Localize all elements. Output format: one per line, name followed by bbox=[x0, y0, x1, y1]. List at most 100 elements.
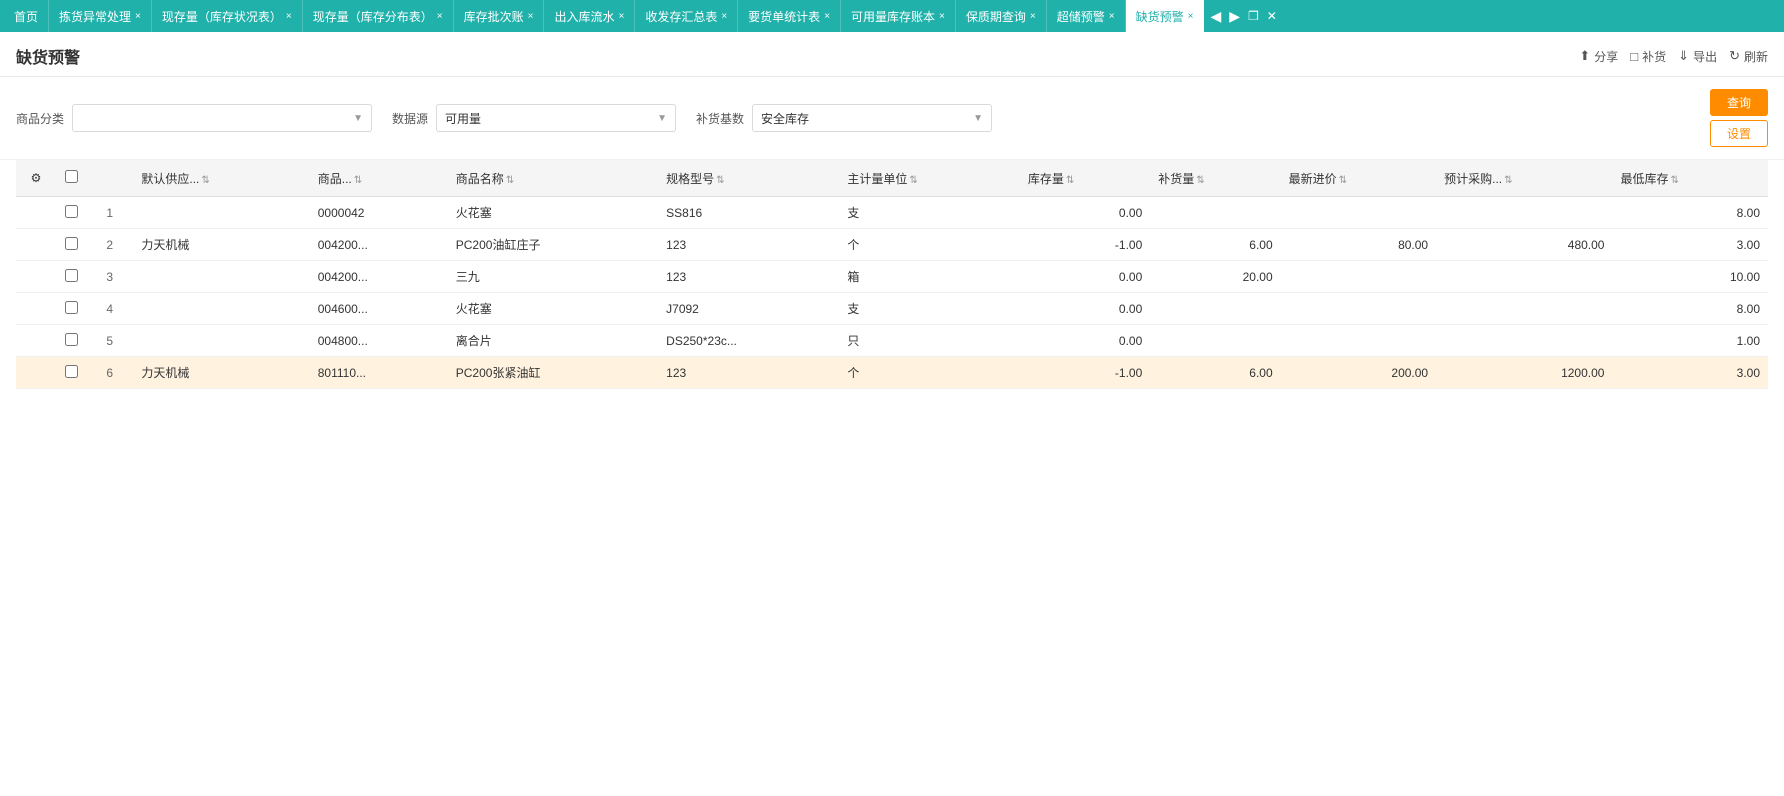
tab-出入库流水[interactable]: 出入库流水 × bbox=[544, 0, 635, 32]
tab-要货单统计表[interactable]: 要货单统计表 × bbox=[738, 0, 841, 32]
tab-scroll-right[interactable]: ▶ bbox=[1225, 0, 1244, 32]
page-title: 缺货预警 bbox=[16, 44, 80, 68]
row-checkbox[interactable] bbox=[65, 205, 78, 218]
select-all-checkbox[interactable] bbox=[65, 170, 78, 183]
goods-category-select[interactable]: ▼ bbox=[72, 104, 372, 132]
tab-close-缺货预警[interactable]: × bbox=[1188, 11, 1194, 22]
row-goods-code: 0000042 bbox=[310, 197, 448, 229]
row-num: 1 bbox=[86, 197, 133, 229]
row-unit: 箱 bbox=[839, 261, 1020, 293]
min-stock-sort-icon: ⇅ bbox=[1670, 175, 1678, 186]
table-row: 1 0000042 火花塞 SS816 支 0.00 8.00 bbox=[16, 197, 1768, 229]
data-source-label: 数据源 bbox=[392, 110, 428, 127]
replenish-base-select[interactable]: 安全库存 ▼ bbox=[752, 104, 992, 132]
filter-bar: 商品分类 ▼ 数据源 可用量 ▼ 补货基数 安全库存 ▼ 查询 设置 bbox=[0, 77, 1784, 160]
tab-close-收发存汇总表[interactable]: × bbox=[721, 11, 727, 22]
row-settings-cell bbox=[16, 197, 56, 229]
window-restore[interactable]: ❐ bbox=[1244, 0, 1263, 32]
row-checkbox[interactable] bbox=[65, 365, 78, 378]
tab-close-保质期查询[interactable]: × bbox=[1030, 11, 1036, 22]
tab-close-要货单统计表[interactable]: × bbox=[824, 11, 830, 22]
price-sort-icon: ⇅ bbox=[1339, 175, 1347, 186]
col-min-stock: 最低库存⇅ bbox=[1612, 160, 1768, 197]
tab-缺货预警[interactable]: 缺货预警 × bbox=[1126, 0, 1205, 32]
tab-close-超储预警[interactable]: × bbox=[1109, 11, 1115, 22]
row-spec: J7092 bbox=[658, 293, 839, 325]
row-est-purchase bbox=[1436, 261, 1612, 293]
row-settings-cell bbox=[16, 229, 56, 261]
table-row: 5 004800... 离合片 DS250*23c... 只 0.00 1.00 bbox=[16, 325, 1768, 357]
row-min-stock: 8.00 bbox=[1612, 197, 1768, 229]
settings-button[interactable]: 设置 bbox=[1710, 120, 1768, 147]
row-checkbox[interactable] bbox=[65, 301, 78, 314]
row-unit: 只 bbox=[839, 325, 1020, 357]
row-checkbox[interactable] bbox=[65, 269, 78, 282]
row-checkbox[interactable] bbox=[65, 333, 78, 346]
tab-首页[interactable]: 首页 bbox=[4, 0, 49, 32]
column-settings-icon[interactable]: ⚙ bbox=[26, 168, 46, 188]
tab-收发存汇总表[interactable]: 收发存汇总表 × bbox=[635, 0, 738, 32]
replenish-button[interactable]: □ 补货 bbox=[1630, 48, 1666, 65]
row-stock-qty: -1.00 bbox=[1020, 229, 1150, 261]
row-spec: 123 bbox=[658, 357, 839, 389]
tab-close-现存量库存分布表[interactable]: × bbox=[437, 11, 443, 22]
table-row: 6 力天机械 801110... PC200张紧油缸 123 个 -1.00 6… bbox=[16, 357, 1768, 389]
row-min-stock: 8.00 bbox=[1612, 293, 1768, 325]
supplier-sort-icon: ⇅ bbox=[201, 175, 209, 186]
tab-scroll-left[interactable]: ◀ bbox=[1206, 0, 1225, 32]
row-goods-code: 004800... bbox=[310, 325, 448, 357]
row-unit: 支 bbox=[839, 197, 1020, 229]
row-replenish-qty: 6.00 bbox=[1150, 357, 1280, 389]
row-unit: 个 bbox=[839, 229, 1020, 261]
row-supplier: 力天机械 bbox=[133, 357, 309, 389]
tab-close-现存量库存状况表[interactable]: × bbox=[286, 11, 292, 22]
row-checkbox-cell bbox=[56, 357, 86, 389]
row-spec: 123 bbox=[658, 229, 839, 261]
tab-拣货异常处理[interactable]: 拣货异常处理 × bbox=[49, 0, 152, 32]
row-spec: SS816 bbox=[658, 197, 839, 229]
col-est-purchase: 预计采购...⇅ bbox=[1436, 160, 1612, 197]
row-goods-name: 火花塞 bbox=[448, 197, 658, 229]
tab-保质期查询[interactable]: 保质期查询 × bbox=[956, 0, 1047, 32]
tab-现存量库存状况表[interactable]: 现存量（库存状况表） × bbox=[152, 0, 303, 32]
query-button[interactable]: 查询 bbox=[1710, 89, 1768, 116]
tab-close-库存批次账[interactable]: × bbox=[528, 11, 534, 22]
row-supplier bbox=[133, 197, 309, 229]
tab-close-拣货异常处理[interactable]: × bbox=[135, 11, 141, 22]
goods-code-sort-icon: ⇅ bbox=[354, 175, 362, 186]
export-button[interactable]: ⇓ 导出 bbox=[1678, 48, 1717, 65]
share-button[interactable]: ⬆ 分享 bbox=[1579, 48, 1618, 65]
tab-可用量库存账本[interactable]: 可用量库存账本 × bbox=[841, 0, 956, 32]
tab-nav-buttons: ◀ ▶ ❐ ✕ bbox=[1206, 0, 1280, 32]
data-table: ⚙ 默认供应...⇅ 商品...⇅ 商品名称⇅ bbox=[16, 160, 1768, 389]
data-source-select[interactable]: 可用量 ▼ bbox=[436, 104, 676, 132]
header-actions: ⬆ 分享 □ 补货 ⇓ 导出 ↻ 刷新 bbox=[1579, 48, 1768, 65]
row-goods-name: PC200油缸庄子 bbox=[448, 229, 658, 261]
goods-name-sort-icon: ⇅ bbox=[506, 175, 514, 186]
row-min-stock: 1.00 bbox=[1612, 325, 1768, 357]
row-replenish-qty: 20.00 bbox=[1150, 261, 1280, 293]
row-goods-code: 801110... bbox=[310, 357, 448, 389]
window-close[interactable]: ✕ bbox=[1263, 0, 1281, 32]
table-header-row: ⚙ 默认供应...⇅ 商品...⇅ 商品名称⇅ bbox=[16, 160, 1768, 197]
row-replenish-qty bbox=[1150, 293, 1280, 325]
row-replenish-qty bbox=[1150, 197, 1280, 229]
row-supplier bbox=[133, 325, 309, 357]
row-latest-price bbox=[1281, 325, 1436, 357]
tab-现存量库存分布表[interactable]: 现存量（库存分布表） × bbox=[303, 0, 454, 32]
tab-库存批次账[interactable]: 库存批次账 × bbox=[454, 0, 545, 32]
row-stock-qty: -1.00 bbox=[1020, 357, 1150, 389]
col-spec: 规格型号⇅ bbox=[658, 160, 839, 197]
tab-close-可用量库存账本[interactable]: × bbox=[939, 11, 945, 22]
col-replenish-qty: 补货量⇅ bbox=[1150, 160, 1280, 197]
row-supplier bbox=[133, 261, 309, 293]
tab-close-出入库流水[interactable]: × bbox=[618, 11, 624, 22]
row-checkbox[interactable] bbox=[65, 237, 78, 250]
spec-sort-icon: ⇅ bbox=[716, 175, 724, 186]
refresh-button[interactable]: ↻ 刷新 bbox=[1729, 48, 1768, 65]
row-replenish-qty bbox=[1150, 325, 1280, 357]
tab-超储预警[interactable]: 超储预警 × bbox=[1047, 0, 1126, 32]
col-goods-name: 商品名称⇅ bbox=[448, 160, 658, 197]
row-goods-code: 004200... bbox=[310, 229, 448, 261]
row-min-stock: 10.00 bbox=[1612, 261, 1768, 293]
